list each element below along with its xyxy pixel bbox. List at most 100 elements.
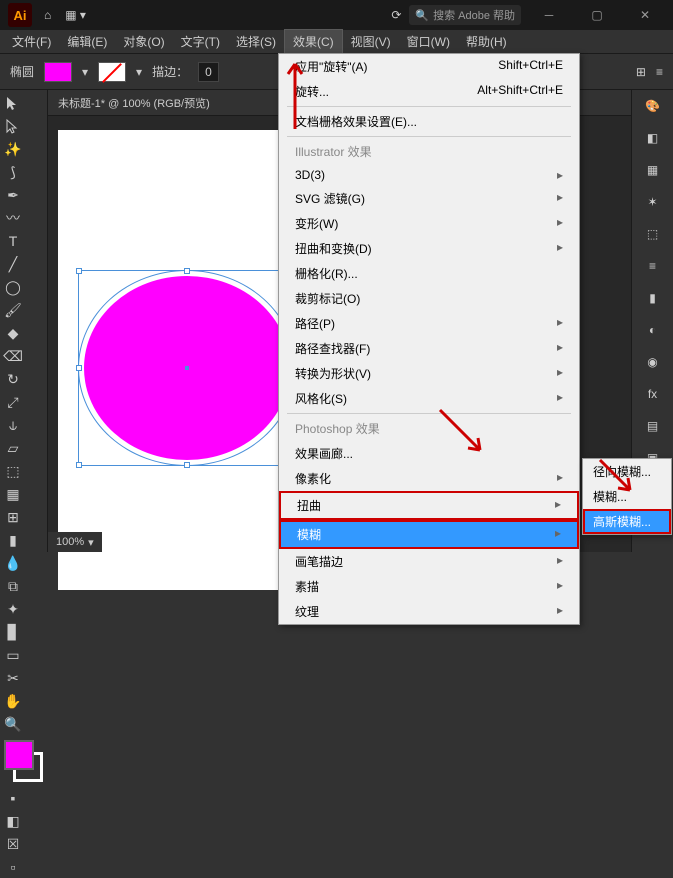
maximize-button[interactable]: ▢ <box>577 1 617 29</box>
width-tool[interactable]: ⫝ <box>2 414 24 436</box>
options-icon[interactable]: ≡ <box>656 65 663 79</box>
home-icon[interactable]: ⌂ <box>44 8 51 22</box>
handle-bottom-mid[interactable] <box>184 462 190 468</box>
minimize-button[interactable]: ─ <box>529 1 569 29</box>
fill-dropdown-icon[interactable]: ▾ <box>82 65 88 79</box>
zoom-dropdown-icon[interactable]: ▾ <box>88 536 94 549</box>
menu-crop-marks[interactable]: 裁剪标记(O) <box>279 286 579 311</box>
fill-color-swatch[interactable] <box>44 62 72 82</box>
selection-tool[interactable] <box>2 92 24 114</box>
align-icon[interactable]: ⊞ <box>636 65 646 79</box>
menu-distort-transform[interactable]: 扭曲和变换(D)▸ <box>279 236 579 261</box>
submenu-gaussian-blur[interactable]: 高斯模糊... <box>583 509 671 534</box>
slice-tool[interactable]: ✂ <box>2 667 24 689</box>
handle-top-mid[interactable] <box>184 268 190 274</box>
stroke-dropdown-icon[interactable]: ▾ <box>136 65 142 79</box>
color-mode-none[interactable]: ☒ <box>2 833 24 855</box>
zoom-level[interactable]: 100% <box>56 536 84 548</box>
ellipse-tool[interactable]: ◯ <box>2 276 24 298</box>
menu-edit[interactable]: 编辑(E) <box>59 30 115 53</box>
zoom-tool[interactable]: 🔍 <box>2 713 24 735</box>
shape-builder-tool[interactable]: ⬚ <box>2 460 24 482</box>
panel-spectrum-icon[interactable]: ◧ <box>632 122 673 154</box>
panel-gradient-icon[interactable]: ▮ <box>632 282 673 314</box>
graph-tool[interactable]: ▊ <box>2 621 24 643</box>
scale-tool[interactable]: ⤢ <box>2 391 24 413</box>
menu-warp[interactable]: 变形(W)▸ <box>279 211 579 236</box>
stroke-width-input[interactable]: 0 <box>198 62 219 82</box>
handle-bottom-left[interactable] <box>76 462 82 468</box>
menu-texture[interactable]: 纹理▸ <box>279 599 579 624</box>
canvas[interactable] <box>58 130 308 590</box>
menu-file[interactable]: 文件(F) <box>4 30 59 53</box>
menu-convert-shape[interactable]: 转换为形状(V)▸ <box>279 361 579 386</box>
menu-blur[interactable]: 模糊▸ <box>279 520 579 549</box>
free-transform-tool[interactable]: ▱ <box>2 437 24 459</box>
menu-path[interactable]: 路径(P)▸ <box>279 311 579 336</box>
color-picker[interactable] <box>4 740 43 782</box>
fill-color[interactable] <box>4 740 34 770</box>
menu-rotate[interactable]: 旋转...Alt+Shift+Ctrl+E <box>279 79 579 104</box>
panel-styles-icon[interactable]: fx <box>632 378 673 410</box>
lasso-tool[interactable]: ⟆ <box>2 161 24 183</box>
menu-apply-rotate[interactable]: 应用"旋转"(A)Shift+Ctrl+E <box>279 54 579 79</box>
eyedropper-tool[interactable]: 💧 <box>2 552 24 574</box>
line-tool[interactable]: ╱ <box>2 253 24 275</box>
direct-selection-tool[interactable] <box>2 115 24 137</box>
menu-pixelate[interactable]: 像素化▸ <box>279 466 579 491</box>
menu-stylize[interactable]: 风格化(S)▸ <box>279 386 579 411</box>
sync-icon[interactable]: ⟳ <box>391 8 401 22</box>
panel-transparency-icon[interactable]: ◐ <box>632 314 673 346</box>
submenu-smart-blur[interactable]: 模糊... <box>583 484 671 509</box>
panel-brushes-icon[interactable]: ✶ <box>632 186 673 218</box>
menu-pathfinder[interactable]: 路径查找器(F)▸ <box>279 336 579 361</box>
menu-window[interactable]: 窗口(W) <box>399 30 458 53</box>
menu-distort-ps[interactable]: 扭曲▸ <box>279 491 579 520</box>
panel-swatches-icon[interactable]: ▦ <box>632 154 673 186</box>
submenu-radial-blur[interactable]: 径向模糊... <box>583 459 671 484</box>
brush-tool[interactable]: 🖌 <box>2 299 24 321</box>
chevron-right-icon: ▸ <box>557 578 563 595</box>
close-button[interactable]: ✕ <box>625 1 665 29</box>
menu-brush-strokes[interactable]: 画笔描边▸ <box>279 549 579 574</box>
menu-help[interactable]: 帮助(H) <box>458 30 515 53</box>
screen-mode[interactable]: ▫ <box>2 856 24 878</box>
panel-appearance-icon[interactable]: ◉ <box>632 346 673 378</box>
menu-view[interactable]: 视图(V) <box>343 30 399 53</box>
eraser-tool[interactable]: ⌫ <box>2 345 24 367</box>
mesh-tool[interactable]: ⊞ <box>2 506 24 528</box>
perspective-tool[interactable]: ▦ <box>2 483 24 505</box>
panel-layers-icon[interactable]: ▤ <box>632 410 673 442</box>
menu-svg-filter[interactable]: SVG 滤镜(G)▸ <box>279 186 579 211</box>
menu-sketch[interactable]: 素描▸ <box>279 574 579 599</box>
magic-wand-tool[interactable]: ✨ <box>2 138 24 160</box>
stroke-color-swatch[interactable] <box>98 62 126 82</box>
pen-tool[interactable]: ✒ <box>2 184 24 206</box>
menu-object[interactable]: 对象(O) <box>115 30 172 53</box>
panel-stroke-icon[interactable]: ≡ <box>632 250 673 282</box>
search-box[interactable]: 🔍 搜索 Adobe 帮助 <box>409 5 521 25</box>
panel-symbols-icon[interactable]: ⬚ <box>632 218 673 250</box>
handle-mid-left[interactable] <box>76 365 82 371</box>
color-mode-gradient[interactable]: ◧ <box>2 810 24 832</box>
type-tool[interactable]: T <box>2 230 24 252</box>
menu-type[interactable]: 文字(T) <box>173 30 228 53</box>
artboard-tool[interactable]: ▭ <box>2 644 24 666</box>
panel-color-icon[interactable]: 🎨 <box>632 90 673 122</box>
menu-select[interactable]: 选择(S) <box>228 30 284 53</box>
hand-tool[interactable]: ✋ <box>2 690 24 712</box>
color-mode-fill[interactable]: ▪ <box>2 787 24 809</box>
menu-effect[interactable]: 效果(C) <box>284 29 343 54</box>
rotate-tool[interactable]: ↻ <box>2 368 24 390</box>
menu-doc-raster[interactable]: 文档栅格效果设置(E)... <box>279 109 579 134</box>
bridge-icon[interactable]: ▦ ▾ <box>65 8 86 22</box>
shaper-tool[interactable]: ◆ <box>2 322 24 344</box>
menu-3d[interactable]: 3D(3)▸ <box>279 164 579 186</box>
blend-tool[interactable]: ⧉ <box>2 575 24 597</box>
gradient-tool[interactable]: ▮ <box>2 529 24 551</box>
menu-rasterize[interactable]: 栅格化(R)... <box>279 261 579 286</box>
symbol-tool[interactable]: ✦ <box>2 598 24 620</box>
menu-effect-gallery[interactable]: 效果画廊... <box>279 441 579 466</box>
curvature-tool[interactable]: 〰 <box>2 207 24 229</box>
handle-top-left[interactable] <box>76 268 82 274</box>
